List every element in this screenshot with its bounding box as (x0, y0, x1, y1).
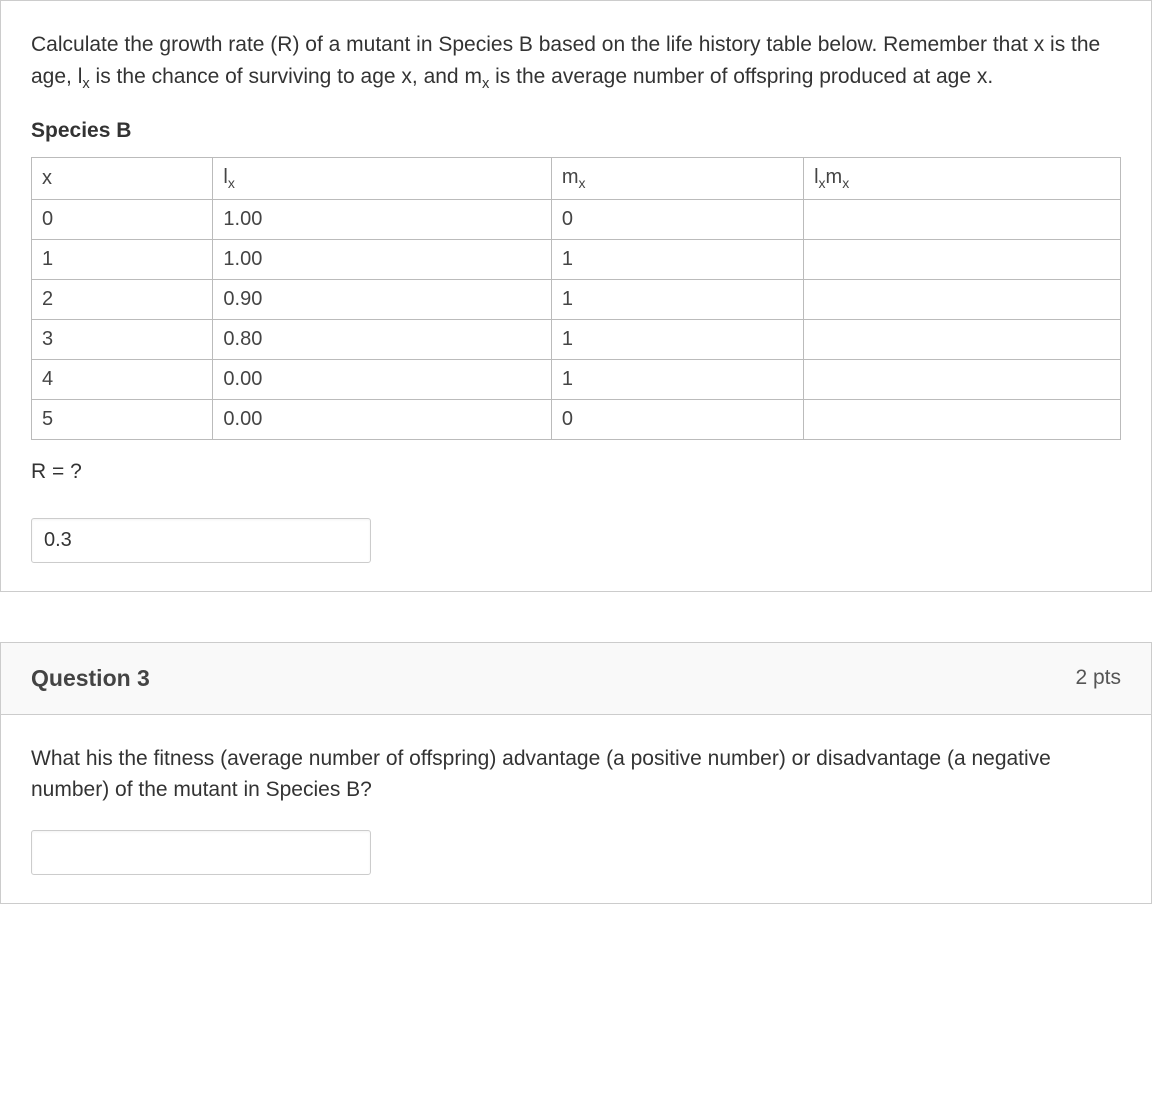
col-header-x: x (32, 157, 213, 199)
cell-x: 2 (32, 279, 213, 319)
cell-mx: 0 (551, 199, 803, 239)
col-header-lx: lx (213, 157, 551, 199)
question-2-content: What his the fitness (average number of … (1, 715, 1151, 903)
answer-input-fitness[interactable] (31, 830, 371, 875)
cell-lxmx (804, 319, 1121, 359)
cell-lxmx (804, 239, 1121, 279)
cell-mx: 1 (551, 359, 803, 399)
cell-mx: 1 (551, 319, 803, 359)
prompt-text: is the average number of offspring produ… (489, 65, 993, 88)
question-number: Question 3 (31, 665, 150, 692)
question-points: 2 pts (1075, 666, 1121, 690)
cell-lx: 0.00 (213, 399, 551, 439)
question-2-header: Question 3 2 pts (1, 643, 1151, 715)
prompt-sub: x (82, 76, 89, 92)
table-row: 3 0.80 1 (32, 319, 1121, 359)
cell-x: 1 (32, 239, 213, 279)
cell-lxmx (804, 199, 1121, 239)
cell-x: 4 (32, 359, 213, 399)
cell-lx: 1.00 (213, 199, 551, 239)
cell-lx: 0.00 (213, 359, 551, 399)
cell-x: 5 (32, 399, 213, 439)
table-header-row: x lx mx lxmx (32, 157, 1121, 199)
cell-x: 0 (32, 199, 213, 239)
cell-lxmx (804, 359, 1121, 399)
table-row: 0 1.00 0 (32, 199, 1121, 239)
species-title: Species B (31, 119, 1121, 143)
question-1-prompt: Calculate the growth rate (R) of a mutan… (31, 29, 1121, 95)
answer-input-r[interactable] (31, 518, 371, 563)
col-header-mx: mx (551, 157, 803, 199)
table-row: 2 0.90 1 (32, 279, 1121, 319)
table-body: 0 1.00 0 1 1.00 1 2 0.90 1 (32, 199, 1121, 439)
life-history-table: x lx mx lxmx 0 1.00 0 1 1.00 1 (31, 157, 1121, 440)
table-row: 1 1.00 1 (32, 239, 1121, 279)
table-row: 5 0.00 0 (32, 399, 1121, 439)
cell-mx: 0 (551, 399, 803, 439)
cell-mx: 1 (551, 279, 803, 319)
cell-lxmx (804, 399, 1121, 439)
cell-lx: 0.90 (213, 279, 551, 319)
question-box-1: Calculate the growth rate (R) of a mutan… (0, 0, 1152, 592)
cell-lxmx (804, 279, 1121, 319)
question-2-prompt: What his the fitness (average number of … (31, 743, 1121, 806)
col-header-lxmx: lxmx (804, 157, 1121, 199)
question-1-content: Calculate the growth rate (R) of a mutan… (1, 1, 1151, 591)
question-box-2: Question 3 2 pts What his the fitness (a… (0, 642, 1152, 904)
cell-x: 3 (32, 319, 213, 359)
prompt-text: is the chance of surviving to age x, and… (90, 65, 482, 88)
cell-mx: 1 (551, 239, 803, 279)
cell-lx: 0.80 (213, 319, 551, 359)
cell-lx: 1.00 (213, 239, 551, 279)
table-row: 4 0.00 1 (32, 359, 1121, 399)
r-label: R = ? (31, 460, 1121, 484)
